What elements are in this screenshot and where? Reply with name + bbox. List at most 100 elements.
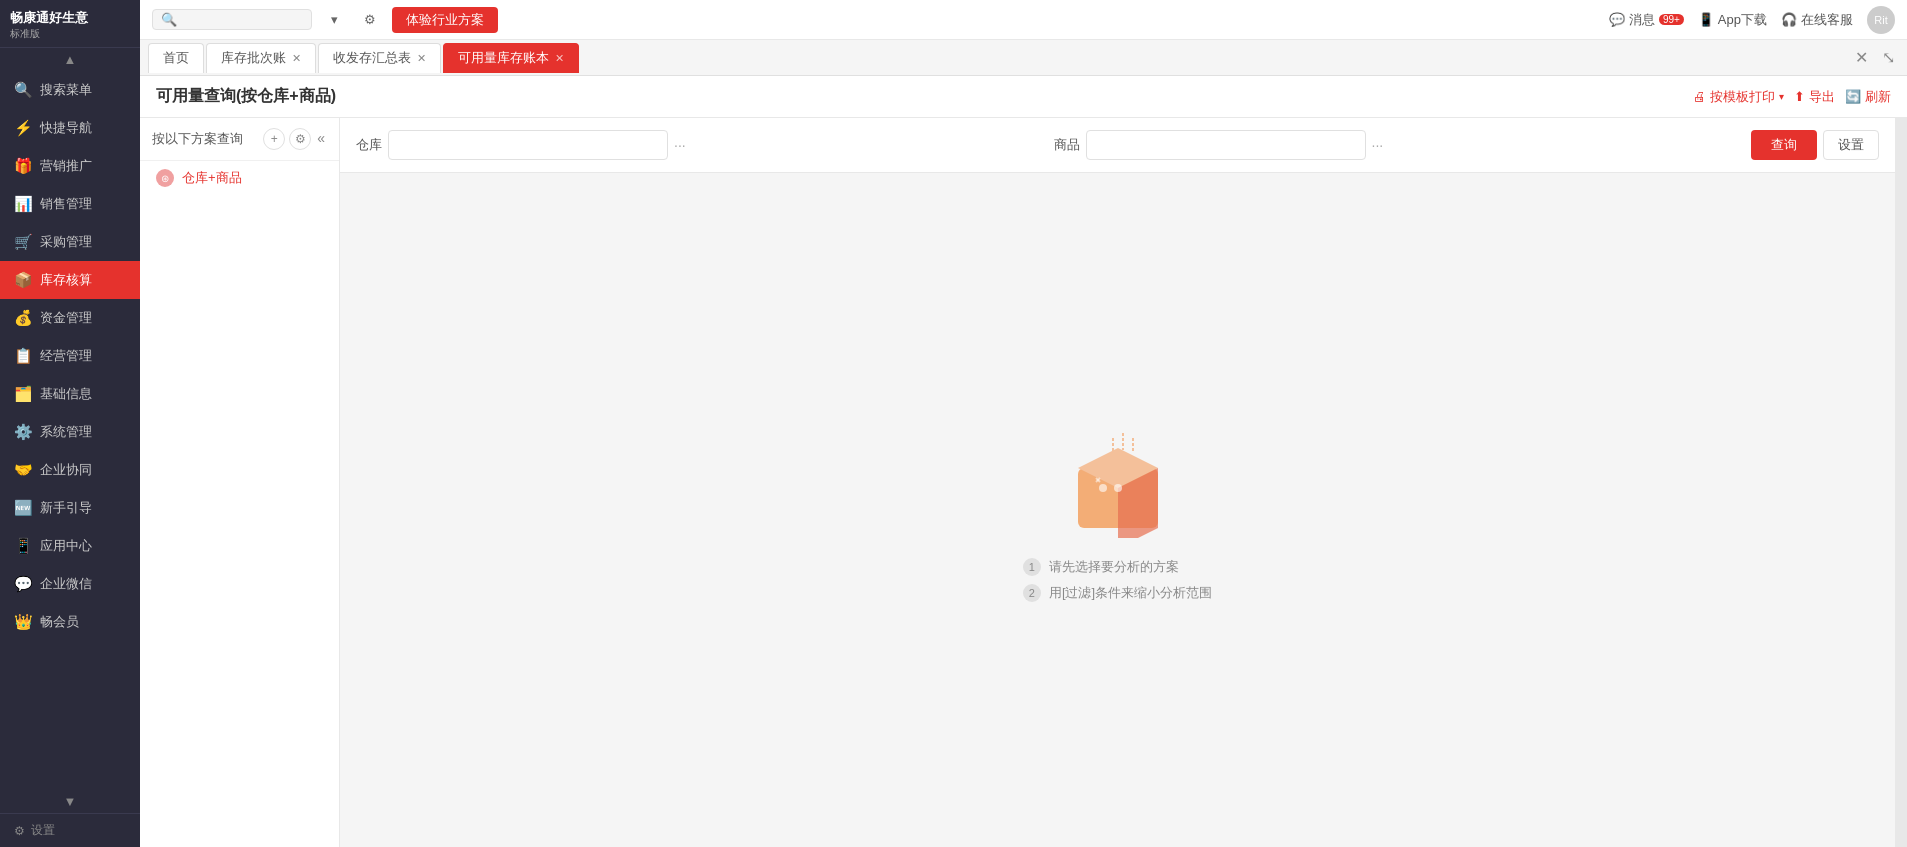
tabs-bar: 首页库存批次账✕收发存汇总表✕可用量库存账本✕ ✕ ⤡ <box>140 40 1907 76</box>
empty-hint-2: 2 用[过滤]条件来缩小分析范围 <box>1023 584 1212 602</box>
tab-receipt-summary[interactable]: 收发存汇总表✕ <box>318 43 441 73</box>
filter-panel-actions: + ⚙ « <box>263 128 327 150</box>
sidebar-icon-inventory: 📦 <box>14 271 32 289</box>
topbar-right: 💬 消息 99+ 📱 App下载 🎧 在线客服 Rit <box>1609 6 1895 34</box>
empty-illustration <box>1058 418 1178 538</box>
scheme-label: 仓库+商品 <box>182 169 242 187</box>
sidebar-icon-purchase: 🛒 <box>14 233 32 251</box>
sidebar-item-finance[interactable]: 💰资金管理 <box>0 299 140 337</box>
print-template-btn[interactable]: 🖨 按模板打印 ▾ <box>1693 88 1784 106</box>
tab-close-available-stock[interactable]: ✕ <box>555 52 564 65</box>
filter-panel-title: 按以下方案查询 <box>152 130 243 148</box>
tab-close-batch-account[interactable]: ✕ <box>292 52 301 65</box>
warehouse-input[interactable] <box>388 130 668 160</box>
sidebar-item-wechat[interactable]: 💬企业微信 <box>0 565 140 603</box>
tab-label-batch-account: 库存批次账 <box>221 49 286 67</box>
filter-panel: 按以下方案查询 + ⚙ « ⊛ 仓库+商品 <box>140 118 340 847</box>
sidebar-bottom[interactable]: ⚙ 设置 <box>0 813 140 847</box>
sidebar-item-purchase[interactable]: 🛒采购管理 <box>0 223 140 261</box>
search-icon: 🔍 <box>161 12 177 27</box>
sidebar-icon-member: 👑 <box>14 613 32 631</box>
tab-label-available-stock: 可用量库存账本 <box>458 49 549 67</box>
goods-label: 商品 <box>1054 136 1080 154</box>
sidebar-item-app-center[interactable]: 📱应用中心 <box>0 527 140 565</box>
sidebar-label-enterprise: 企业协同 <box>40 461 92 479</box>
sidebar-item-newbie[interactable]: 🆕新手引导 <box>0 489 140 527</box>
tab-home[interactable]: 首页 <box>148 43 204 73</box>
tab-batch-account[interactable]: 库存批次账 ✕ <box>206 43 316 73</box>
topbar: 🔍 ▾ ⚙ 体验行业方案 💬 消息 99+ 📱 App下载 🎧 在线客服 Rit <box>140 0 1907 40</box>
tab-available-stock[interactable]: 可用量库存账本 ✕ <box>443 43 579 73</box>
export-btn[interactable]: ⬆ 导出 <box>1794 88 1835 106</box>
goods-more-icon[interactable]: ··· <box>1372 137 1384 153</box>
warehouse-label: 仓库 <box>356 136 382 154</box>
query-settings-btn[interactable]: 设置 <box>1823 130 1879 160</box>
collapse-panel-btn[interactable]: « <box>315 128 327 150</box>
svg-point-3 <box>1099 484 1107 492</box>
export-icon: ⬆ <box>1794 89 1805 104</box>
add-scheme-btn[interactable]: + <box>263 128 285 150</box>
warehouse-filter: 仓库 ··· <box>356 130 1038 160</box>
dropdown-icon[interactable]: ▾ <box>320 6 348 34</box>
sidebar-item-marketing[interactable]: 🎁营销推广 <box>0 147 140 185</box>
main-area: 🔍 ▾ ⚙ 体验行业方案 💬 消息 99+ 📱 App下载 🎧 在线客服 Rit <box>140 0 1907 847</box>
sidebar-label-newbie: 新手引导 <box>40 499 92 517</box>
close-tab-btn[interactable]: ✕ <box>1851 46 1872 69</box>
settings-gear-icon[interactable]: ⚙ <box>356 6 384 34</box>
print-icon: 🖨 <box>1693 89 1706 104</box>
empty-hints: 1 请先选择要分析的方案 2 用[过滤]条件来缩小分析范围 <box>1023 558 1212 602</box>
sidebar-item-enterprise[interactable]: 🤝 企业协同 <box>0 451 140 489</box>
sidebar-icon-sales: 📊 <box>14 195 32 213</box>
app-download-btn[interactable]: 📱 App下载 <box>1698 11 1767 29</box>
tab-close-receipt-summary[interactable]: ✕ <box>417 52 426 65</box>
sidebar-icon-search: 🔍 <box>14 81 32 99</box>
sidebar-bottom-label: 设置 <box>31 822 55 839</box>
sidebar-item-operation[interactable]: 📋经营管理 <box>0 337 140 375</box>
settings-scheme-btn[interactable]: ⚙ <box>289 128 311 150</box>
settings-icon: ⚙ <box>14 824 25 838</box>
sidebar-scroll-up[interactable]: ▲ <box>0 48 140 71</box>
goods-filter: 商品 ··· <box>1054 130 1736 160</box>
topbar-search-box[interactable]: 🔍 <box>152 9 312 30</box>
app-icon: 📱 <box>1698 12 1714 27</box>
sidebar-item-quick-nav[interactable]: ⚡快捷导航 <box>0 109 140 147</box>
hint-num-1: 1 <box>1023 558 1041 576</box>
user-avatar[interactable]: Rit <box>1867 6 1895 34</box>
sidebar-label-member: 畅会员 <box>40 613 79 631</box>
refresh-btn[interactable]: 🔄 刷新 <box>1845 88 1891 106</box>
sidebar-item-system[interactable]: ⚙️系统管理 <box>0 413 140 451</box>
trial-btn[interactable]: 体验行业方案 <box>392 7 498 33</box>
sidebar-item-member[interactable]: 👑 畅会员 <box>0 603 140 641</box>
content-area: 按以下方案查询 + ⚙ « ⊛ 仓库+商品 仓库 ··· <box>140 118 1907 847</box>
sidebar-icon-quick-nav: ⚡ <box>14 119 32 137</box>
message-icon: 💬 <box>1609 12 1625 27</box>
warehouse-more-icon[interactable]: ··· <box>674 137 686 153</box>
svg-point-4 <box>1114 484 1122 492</box>
message-btn[interactable]: 💬 消息 99+ <box>1609 11 1684 29</box>
search-input[interactable] <box>181 13 281 27</box>
sidebar-icon-enterprise: 🤝 <box>14 461 32 479</box>
sidebar-item-search[interactable]: 🔍 搜索菜单 <box>0 71 140 109</box>
online-service-btn[interactable]: 🎧 在线客服 <box>1781 11 1853 29</box>
hint-text-2: 用[过滤]条件来缩小分析范围 <box>1049 584 1212 602</box>
sidebar-label-search: 搜索菜单 <box>40 81 92 99</box>
sidebar-icon-app-center: 📱 <box>14 537 32 555</box>
sidebar: 畅康通好生意 标准版 ▲ 🔍 搜索菜单 ⚡快捷导航🎁营销推广 📊 销售管理 🛒采购管理 📦 库… <box>0 0 140 847</box>
sidebar-item-sales[interactable]: 📊 销售管理 <box>0 185 140 223</box>
query-btn[interactable]: 查询 <box>1751 130 1817 160</box>
sidebar-label-inventory: 库存核算 <box>40 271 92 289</box>
sidebar-label-sales: 销售管理 <box>40 195 92 213</box>
filter-scheme-warehouse-goods[interactable]: ⊛ 仓库+商品 <box>140 161 339 195</box>
scheme-icon: ⊛ <box>156 169 174 187</box>
brand-name: 畅康通好生意 <box>10 10 130 27</box>
page-title: 可用量查询(按仓库+商品) <box>156 86 336 107</box>
refresh-icon: 🔄 <box>1845 89 1861 104</box>
goods-input[interactable] <box>1086 130 1366 160</box>
hint-num-2: 2 <box>1023 584 1041 602</box>
sidebar-item-inventory[interactable]: 📦 库存核算 <box>0 261 140 299</box>
sidebar-item-basic-info[interactable]: 🗂️基础信息 <box>0 375 140 413</box>
sidebar-scroll-down[interactable]: ▼ <box>0 790 140 813</box>
maximize-tab-btn[interactable]: ⤡ <box>1878 46 1899 69</box>
right-scroll[interactable] <box>1895 118 1907 847</box>
sidebar-header: 畅康通好生意 标准版 <box>0 0 140 48</box>
